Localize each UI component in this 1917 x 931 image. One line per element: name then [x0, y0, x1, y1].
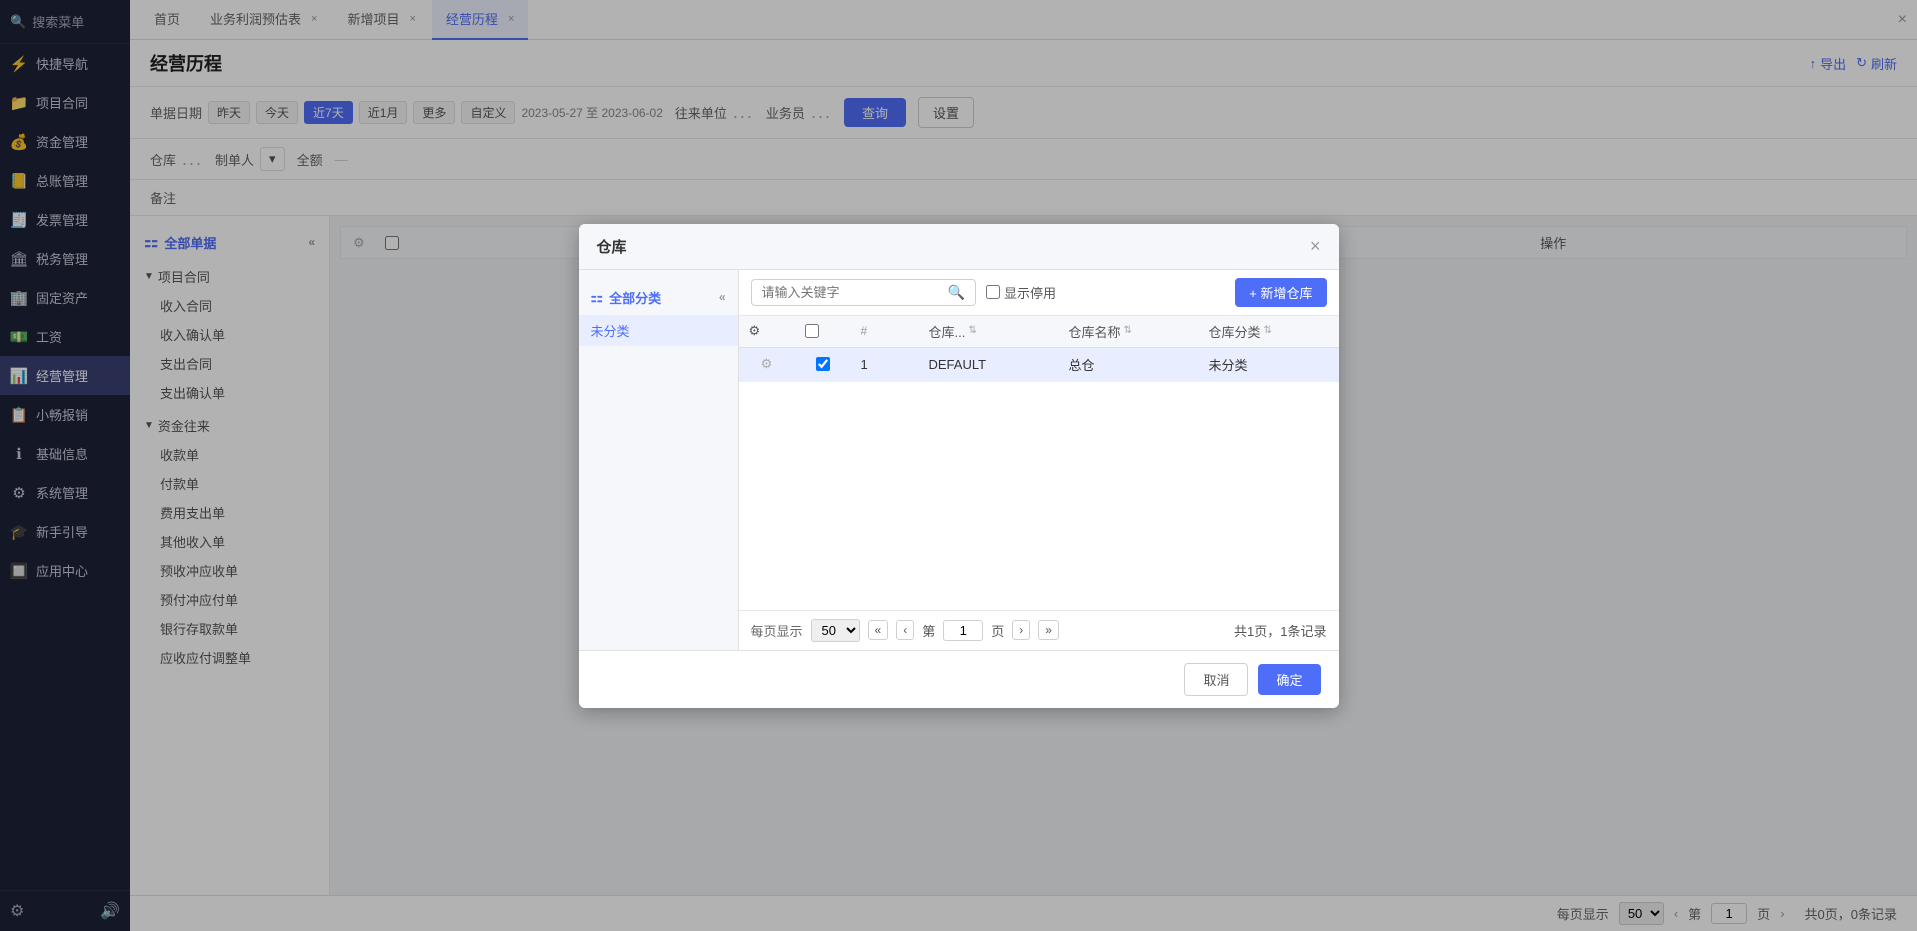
- dialog-pagination: 每页显示 50 « ‹ 第 页 › » 共1页，1条记录: [739, 610, 1339, 650]
- prev-page-btn[interactable]: ‹: [896, 620, 914, 640]
- dialog-footer: 取消 确定: [579, 650, 1339, 708]
- dialog-col-name[interactable]: 仓库名称 ⇅: [1059, 322, 1199, 341]
- dialog-body: ⚏ 全部分类 « 未分类 🔍 显示停用: [579, 270, 1339, 650]
- dialog-right-panel: 🔍 显示停用 + 新增仓库 ⚙: [739, 270, 1339, 650]
- sort-name-icon: ⇅: [1124, 326, 1132, 336]
- dialog-left-list: 未分类: [579, 315, 738, 635]
- page-label: 第: [922, 621, 935, 640]
- dialog-row-category: 未分类: [1199, 355, 1339, 374]
- confirm-button[interactable]: 确定: [1258, 664, 1320, 695]
- dialog-select-all[interactable]: [805, 324, 819, 338]
- first-page-btn[interactable]: «: [868, 620, 889, 640]
- dialog-col-check: [795, 324, 851, 338]
- dialog-search-icon: 🔍: [948, 284, 965, 301]
- per-page-select[interactable]: 50: [811, 619, 860, 642]
- add-warehouse-button[interactable]: + 新增仓库: [1235, 278, 1326, 307]
- dialog-header: 仓库 ×: [579, 224, 1339, 270]
- dialog-table-header: ⚙ # 仓库... ⇅ 仓库名称 ⇅: [739, 316, 1339, 348]
- page-input[interactable]: [943, 620, 983, 641]
- dialog-left-panel: ⚏ 全部分类 « 未分类: [579, 270, 739, 650]
- show-disabled-checkbox[interactable]: [986, 285, 1000, 299]
- dialog-col-gear[interactable]: ⚙: [739, 323, 795, 339]
- dialog-left-collapse-icon[interactable]: «: [719, 290, 726, 304]
- dialog-table: ⚙ # 仓库... ⇅ 仓库名称 ⇅: [739, 316, 1339, 610]
- dialog-row-name: 总仓: [1059, 355, 1199, 374]
- pagination-total: 共1页，1条记录: [1234, 621, 1326, 640]
- dialog-table-body: ⚙ 1 DEFAULT 总仓 未分类: [739, 348, 1339, 382]
- warehouse-dialog: 仓库 × ⚏ 全部分类 « 未分类: [579, 224, 1339, 708]
- next-page-btn[interactable]: ›: [1012, 620, 1030, 640]
- per-page-label: 每页显示: [751, 621, 803, 640]
- dialog-row-check[interactable]: [795, 357, 851, 371]
- dialog-row-gear[interactable]: ⚙: [739, 356, 795, 372]
- dialog-toolbar: 🔍 显示停用 + 新增仓库: [739, 270, 1339, 316]
- last-page-btn[interactable]: »: [1038, 620, 1059, 640]
- sort-category-icon: ⇅: [1264, 326, 1272, 336]
- dialog-left-all[interactable]: ⚏ 全部分类 «: [579, 280, 738, 315]
- modal-overlay[interactable]: 仓库 × ⚏ 全部分类 « 未分类: [0, 0, 1917, 931]
- dialog-close-icon[interactable]: ×: [1310, 236, 1321, 257]
- dialog-search-box[interactable]: 🔍: [751, 279, 976, 306]
- table-row[interactable]: ⚙ 1 DEFAULT 总仓 未分类: [739, 348, 1339, 382]
- dialog-row-code: DEFAULT: [919, 357, 1059, 372]
- dialog-left-item-unclassified[interactable]: 未分类: [579, 315, 738, 346]
- dialog-search-input[interactable]: [762, 285, 942, 300]
- dialog-col-id: #: [851, 324, 919, 338]
- dialog-row-checkbox[interactable]: [816, 357, 830, 371]
- dialog-col-code[interactable]: 仓库... ⇅: [919, 322, 1059, 341]
- dialog-col-category[interactable]: 仓库分类 ⇅: [1199, 322, 1339, 341]
- grid-icon: ⚏: [591, 289, 604, 306]
- page-unit-label: 页: [991, 621, 1004, 640]
- sort-code-icon: ⇅: [968, 326, 976, 336]
- cancel-button[interactable]: 取消: [1184, 663, 1248, 696]
- dialog-title: 仓库: [597, 236, 627, 257]
- dialog-row-id: 1: [851, 357, 919, 372]
- show-disabled-toggle[interactable]: 显示停用: [986, 283, 1056, 302]
